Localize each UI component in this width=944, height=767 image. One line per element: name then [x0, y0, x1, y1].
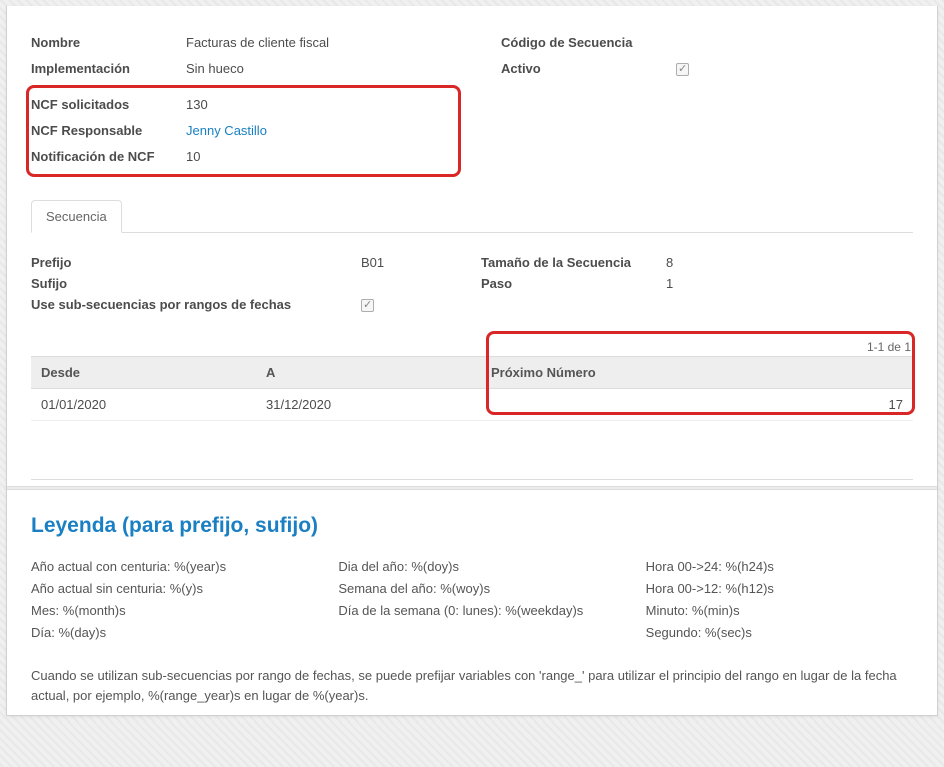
subseq-table: Desde A Próximo Número 01/01/2020 31/12/… [31, 356, 913, 421]
label-step: Paso [481, 276, 666, 291]
legend-line: Día: %(day)s [31, 622, 298, 644]
legend-line: Segundo: %(sec)s [646, 622, 913, 644]
legend-footnote: Cuando se utilizan sub-secuencias por ra… [31, 666, 913, 705]
separator [31, 479, 913, 480]
legend-title: Leyenda (para prefijo, sufijo) [31, 514, 913, 538]
tab-secuencia[interactable]: Secuencia [31, 200, 122, 233]
label-size: Tamaño de la Secuencia [481, 255, 666, 270]
legend-line: Hora 00->24: %(h24)s [646, 556, 913, 578]
legend-line: Día de la semana (0: lunes): %(weekday)s [338, 600, 605, 622]
link-ncf-resp[interactable]: Jenny Castillo [186, 123, 267, 138]
legend-col-1: Año actual con centuria: %(year)s Año ac… [31, 556, 298, 644]
checkbox-use-sub[interactable] [361, 299, 374, 312]
legend-col-2: Dia del año: %(doy)s Semana del año: %(w… [338, 556, 605, 644]
value-impl: Sin hueco [186, 60, 244, 78]
label-ncf-req: NCF solicitados [31, 96, 186, 114]
value-ncf-req: 130 [186, 96, 208, 114]
form-sheet: Nombre Facturas de cliente fiscal Implem… [6, 6, 938, 716]
label-use-sub: Use sub-secuencias por rangos de fechas [31, 297, 291, 312]
legend-line: Año actual sin centuria: %(y)s [31, 578, 298, 600]
next-number-highlight: Desde A Próximo Número 01/01/2020 31/12/… [31, 356, 913, 421]
cell-from: 01/01/2020 [31, 389, 256, 421]
table-row[interactable]: 01/01/2020 31/12/2020 17 [31, 389, 913, 421]
label-suffix: Sufijo [31, 276, 67, 291]
legend-line: Año actual con centuria: %(year)s [31, 556, 298, 578]
label-name: Nombre [31, 34, 186, 52]
label-seq-code: Código de Secuencia [501, 34, 676, 52]
th-next: Próximo Número [481, 357, 913, 389]
value-ncf-notif: 10 [186, 148, 200, 166]
value-prefix: B01 [361, 255, 384, 270]
label-ncf-notif: Notificación de NCF [31, 148, 186, 166]
tabs: Secuencia [31, 199, 913, 233]
legend-col-3: Hora 00->24: %(h24)s Hora 00->12: %(h12)… [646, 556, 913, 644]
label-active: Activo [501, 60, 676, 78]
value-size: 8 [666, 255, 696, 270]
legend-line: Hora 00->12: %(h12)s [646, 578, 913, 600]
value-step: 1 [666, 276, 696, 291]
legend-line: Semana del año: %(woy)s [338, 578, 605, 600]
label-impl: Implementación [31, 60, 186, 78]
th-to: A [256, 357, 481, 389]
checkbox-active[interactable] [676, 63, 689, 76]
legend-line: Mes: %(month)s [31, 600, 298, 622]
legend-line: Minuto: %(min)s [646, 600, 913, 622]
label-prefix: Prefijo [31, 255, 71, 270]
th-from: Desde [31, 357, 256, 389]
value-name: Facturas de cliente fiscal [186, 34, 329, 52]
ncf-highlight: NCF solicitados 130 NCF Responsable Jenn… [26, 85, 461, 177]
cell-to: 31/12/2020 [256, 389, 481, 421]
pager[interactable]: 1-1 de 1 [31, 340, 913, 354]
separator-bar [7, 486, 937, 490]
cell-next: 17 [481, 389, 913, 421]
label-ncf-resp: NCF Responsable [31, 122, 186, 140]
legend-line: Dia del año: %(doy)s [338, 556, 605, 578]
